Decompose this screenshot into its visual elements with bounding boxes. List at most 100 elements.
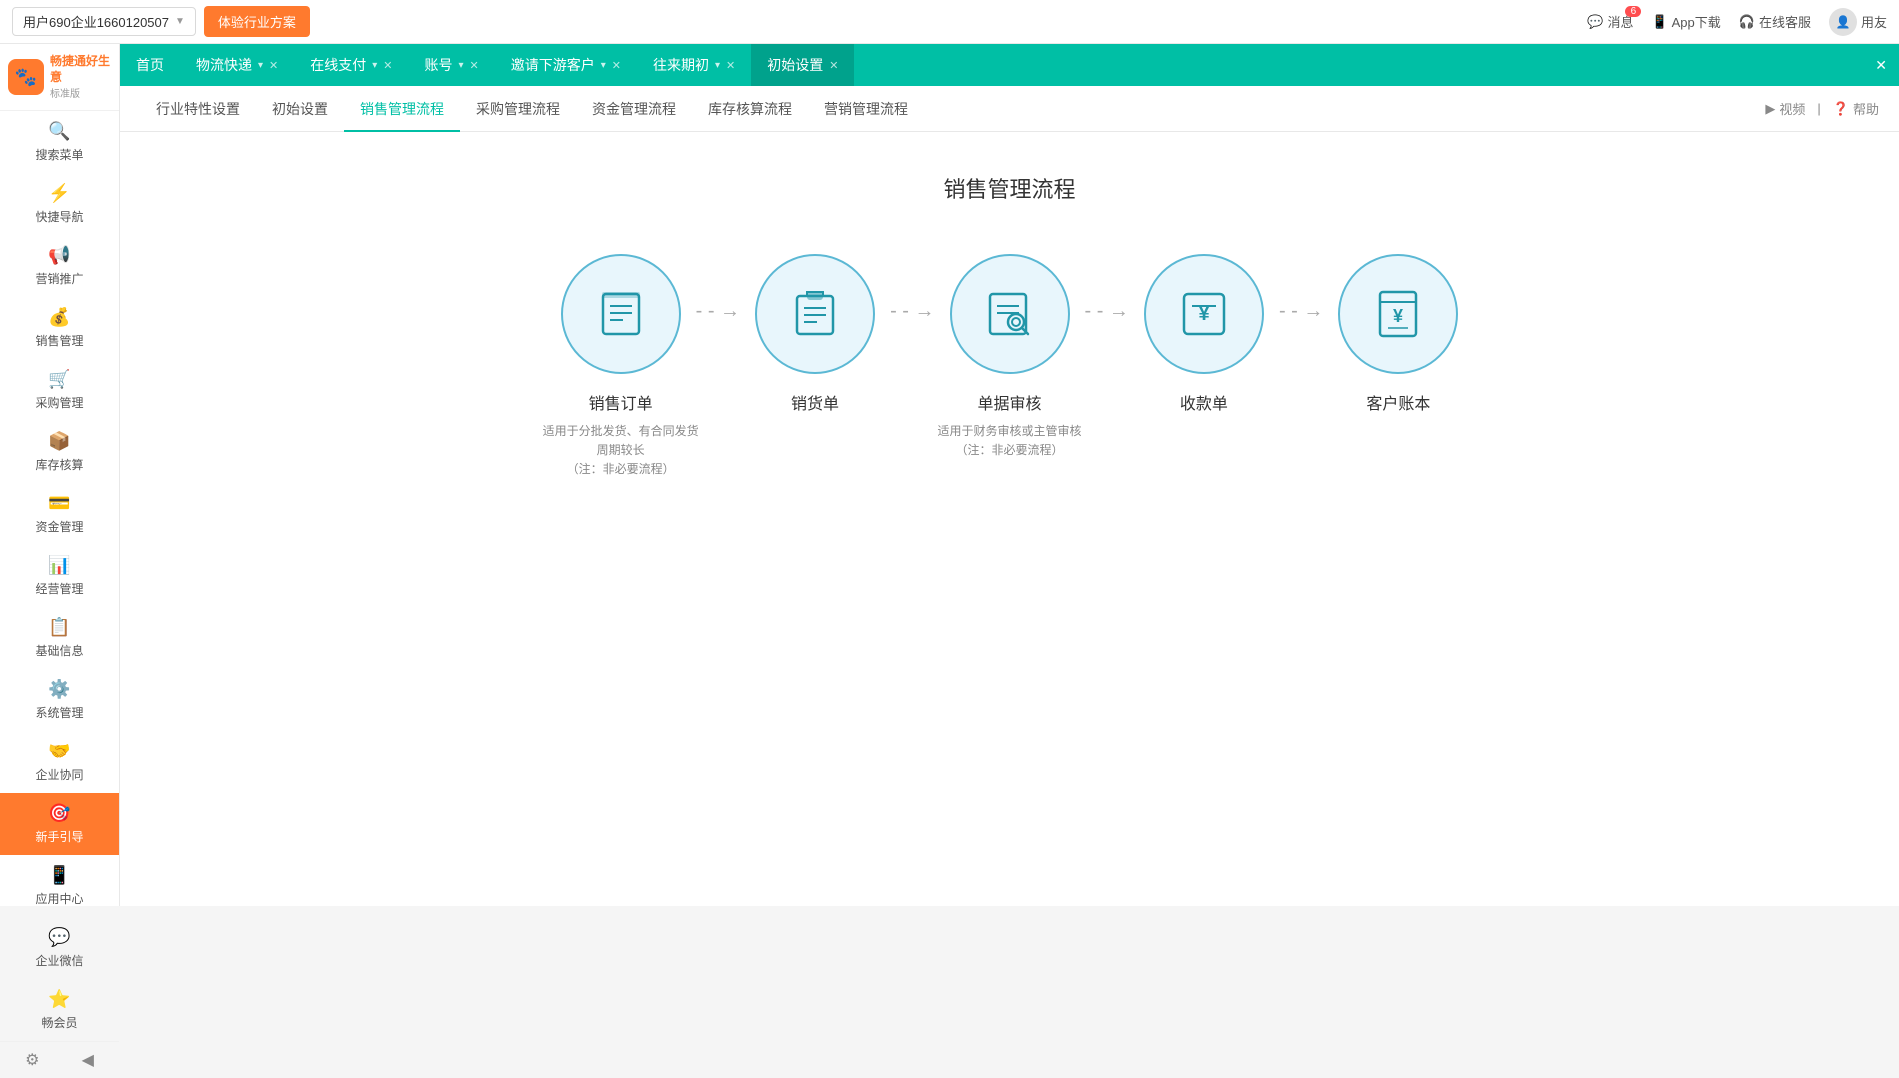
sidebar-logo: 🐾 畅捷通好生意 标准版 — [0, 44, 119, 111]
sub-tab-marketing-flow[interactable]: 营销管理流程 — [808, 86, 924, 132]
close-tab-icon-period[interactable]: ✕ — [726, 59, 735, 72]
help-label: 帮助 — [1853, 99, 1879, 118]
user-avatar-area[interactable]: 👤 用友 — [1829, 8, 1887, 36]
user-selector[interactable]: 用户690企业1660120507 ▼ — [12, 7, 196, 36]
sub-tab-inventory-flow[interactable]: 库存核算流程 — [692, 86, 808, 132]
sidebar-label-search-menu: 搜索菜单 — [35, 146, 83, 163]
flow-arrow-1: - - → — [696, 254, 740, 323]
sub-tab-purchase-flow[interactable]: 采购管理流程 — [460, 86, 576, 132]
chevron-down-icon: ▼ — [175, 16, 185, 27]
flow-step-sales-order[interactable]: 销售订单 适用于分批发货、有合同发货周期较长（注：非必要流程） — [541, 254, 701, 480]
sidebar-icon-corp-wechat: 💬 — [48, 927, 70, 948]
sidebar-item-operations[interactable]: 📊经营管理 — [0, 545, 119, 607]
sub-tab-label-inventory-flow: 库存核算流程 — [708, 99, 792, 119]
sub-tab-label-industry: 行业特性设置 — [156, 99, 240, 119]
sidebar-icon-finance: 💳 — [48, 493, 70, 514]
sidebar-label-system: 系统管理 — [35, 704, 83, 721]
nav-tab-period[interactable]: 往来期初▾✕ — [637, 44, 751, 86]
close-tab-icon-payment[interactable]: ✕ — [383, 59, 392, 72]
nav-tab-init-settings[interactable]: 初始设置✕ — [751, 44, 854, 86]
sidebar-label-sales: 销售管理 — [35, 332, 83, 349]
sidebar-label-corp-wechat: 企业微信 — [35, 952, 83, 969]
settings-icon[interactable]: ⚙ — [25, 1050, 39, 1070]
online-service-label: 在线客服 — [1759, 12, 1811, 31]
flow-step-account-book[interactable]: ¥ 客户账本 — [1318, 254, 1478, 422]
sidebar-item-search-menu[interactable]: 🔍 搜索菜单 — [0, 111, 119, 173]
online-service-button[interactable]: 🎧 在线客服 — [1739, 12, 1811, 31]
sidebar-icon-newbie: 🎯 — [48, 803, 70, 824]
sub-tabs: 行业特性设置 初始设置销售管理流程采购管理流程资金管理流程 库存核算流程营销管理流程… — [120, 86, 1899, 132]
app-download-button[interactable]: 📱 App下载 — [1651, 12, 1720, 31]
video-help[interactable]: ▶ 视频 — [1765, 99, 1805, 118]
sub-tab-sales-flow[interactable]: 销售管理流程 — [344, 86, 460, 132]
collapse-icon[interactable]: ◀ — [82, 1050, 94, 1070]
sidebar-label-inventory: 库存核算 — [35, 456, 83, 473]
phone-icon: 📱 — [1651, 14, 1667, 30]
sidebar-item-quick-nav[interactable]: ⚡快捷导航 — [0, 173, 119, 235]
sidebar-icon-sales: 💰 — [48, 307, 70, 328]
help-link[interactable]: ❓ 帮助 — [1833, 99, 1879, 118]
flow-step-sales-invoice[interactable]: 销货单 — [735, 254, 895, 422]
dropdown-icon: ▾ — [372, 60, 377, 71]
sidebar-label-operations: 经营管理 — [35, 580, 83, 597]
sub-tab-label-finance-flow: 资金管理流程 — [592, 99, 676, 119]
close-tab-icon-account[interactable]: ✕ — [470, 59, 479, 72]
sidebar-item-inventory[interactable]: 📦 库存核算 — [0, 421, 119, 483]
flow-desc-sales-order: 适用于分批发货、有合同发货周期较长（注：非必要流程） — [541, 422, 701, 480]
sidebar-item-purchase[interactable]: 🛒采购管理 — [0, 359, 119, 421]
video-label: 视频 — [1779, 99, 1805, 118]
sidebar-icon-enterprise: 🤝 — [48, 741, 70, 762]
sub-tab-label-initial: 初始设置 — [272, 99, 328, 119]
sidebar-item-app-center[interactable]: 📱应用中心 — [0, 855, 119, 917]
flow-step-review[interactable]: 单据审核 适用于财务审核或主管审核（注：非必要流程） — [930, 254, 1090, 460]
sidebar-icon-marketing: 📢 — [48, 245, 70, 266]
app-download-label: App下载 — [1672, 12, 1721, 31]
sub-tab-initial[interactable]: 初始设置 — [256, 86, 344, 132]
nav-tab-logistics[interactable]: 物流快递▾✕ — [180, 44, 294, 86]
sidebar-item-member[interactable]: ⭐畅会员 — [0, 979, 119, 1041]
nav-tab-payment[interactable]: 在线支付▾✕ — [294, 44, 408, 86]
logo-sub: 标准版 — [50, 85, 111, 100]
close-tab-icon-init-settings[interactable]: ✕ — [829, 59, 838, 72]
flow-circle-sales-order — [561, 254, 681, 374]
sidebar-icon-quick-nav: ⚡ — [48, 183, 70, 204]
flow-label-sales-order: 销售订单 — [589, 390, 653, 414]
sidebar-item-enterprise[interactable]: 🤝企业协同 — [0, 731, 119, 793]
sidebar-item-marketing[interactable]: 📢 营销推广 — [0, 235, 119, 297]
flow-arrow-4: - - → — [1279, 254, 1323, 323]
sidebar-item-newbie[interactable]: 🎯 新手引导 — [0, 793, 119, 855]
user-name-label: 用友 — [1861, 12, 1887, 31]
content-area: 销售管理流程 销售订单 适用于分批发货、有合同发货周期较长（注：非必要流程） -… — [120, 132, 1899, 906]
dropdown-icon: ▾ — [459, 60, 464, 71]
sidebar-label-marketing: 营销推广 — [35, 270, 83, 287]
sidebar-item-finance[interactable]: 💳资金管理 — [0, 483, 119, 545]
flow-step-receipt[interactable]: ¥ 收款单 — [1124, 254, 1284, 422]
trial-button[interactable]: 体验行业方案 — [204, 6, 310, 37]
sidebar-item-system[interactable]: ⚙️系统管理 — [0, 669, 119, 731]
sidebar-icon-search-menu: 🔍 — [48, 121, 70, 142]
divider: | — [1817, 101, 1820, 116]
close-all-tabs[interactable]: ✕ — [1863, 57, 1899, 74]
nav-tab-account[interactable]: 账号▾✕ — [409, 44, 495, 86]
sub-tab-industry[interactable]: 行业特性设置 — [140, 86, 256, 132]
sidebar-icon-basic-info: 📋 — [48, 617, 70, 638]
dropdown-icon: ▾ — [258, 60, 263, 71]
sidebar-bottom: ⚙ ◀ — [0, 1041, 119, 1078]
sub-tab-finance-flow[interactable]: 资金管理流程 — [576, 86, 692, 132]
dropdown-icon: ▾ — [601, 60, 606, 71]
nav-tab-home[interactable]: 首页 — [120, 44, 180, 86]
sidebar-item-basic-info[interactable]: 📋基础信息 — [0, 607, 119, 669]
flow-label-receipt: 收款单 — [1180, 390, 1228, 414]
close-tab-icon-invite[interactable]: ✕ — [612, 59, 621, 72]
sidebar-icon-inventory: 📦 — [48, 431, 70, 452]
close-tab-icon-logistics[interactable]: ✕ — [269, 59, 278, 72]
flow-label-sales-invoice: 销货单 — [791, 390, 839, 414]
flow-arrow-2: - - → — [890, 254, 934, 323]
logo-icon: 🐾 — [8, 59, 44, 95]
sidebar-item-corp-wechat[interactable]: 💬 企业微信 — [0, 917, 119, 979]
sidebar-label-newbie: 新手引导 — [35, 828, 83, 845]
sidebar-item-sales[interactable]: 💰 销售管理 — [0, 297, 119, 359]
nav-tab-invite[interactable]: 邀请下游客户▾✕ — [495, 44, 637, 86]
message-button[interactable]: 💬 消息 6 — [1587, 12, 1633, 31]
nav-tabs-bar: 首页物流快递▾✕在线支付▾✕账号▾✕邀请下游客户▾✕往来期初▾✕初始设置✕ ✕ — [120, 44, 1899, 86]
